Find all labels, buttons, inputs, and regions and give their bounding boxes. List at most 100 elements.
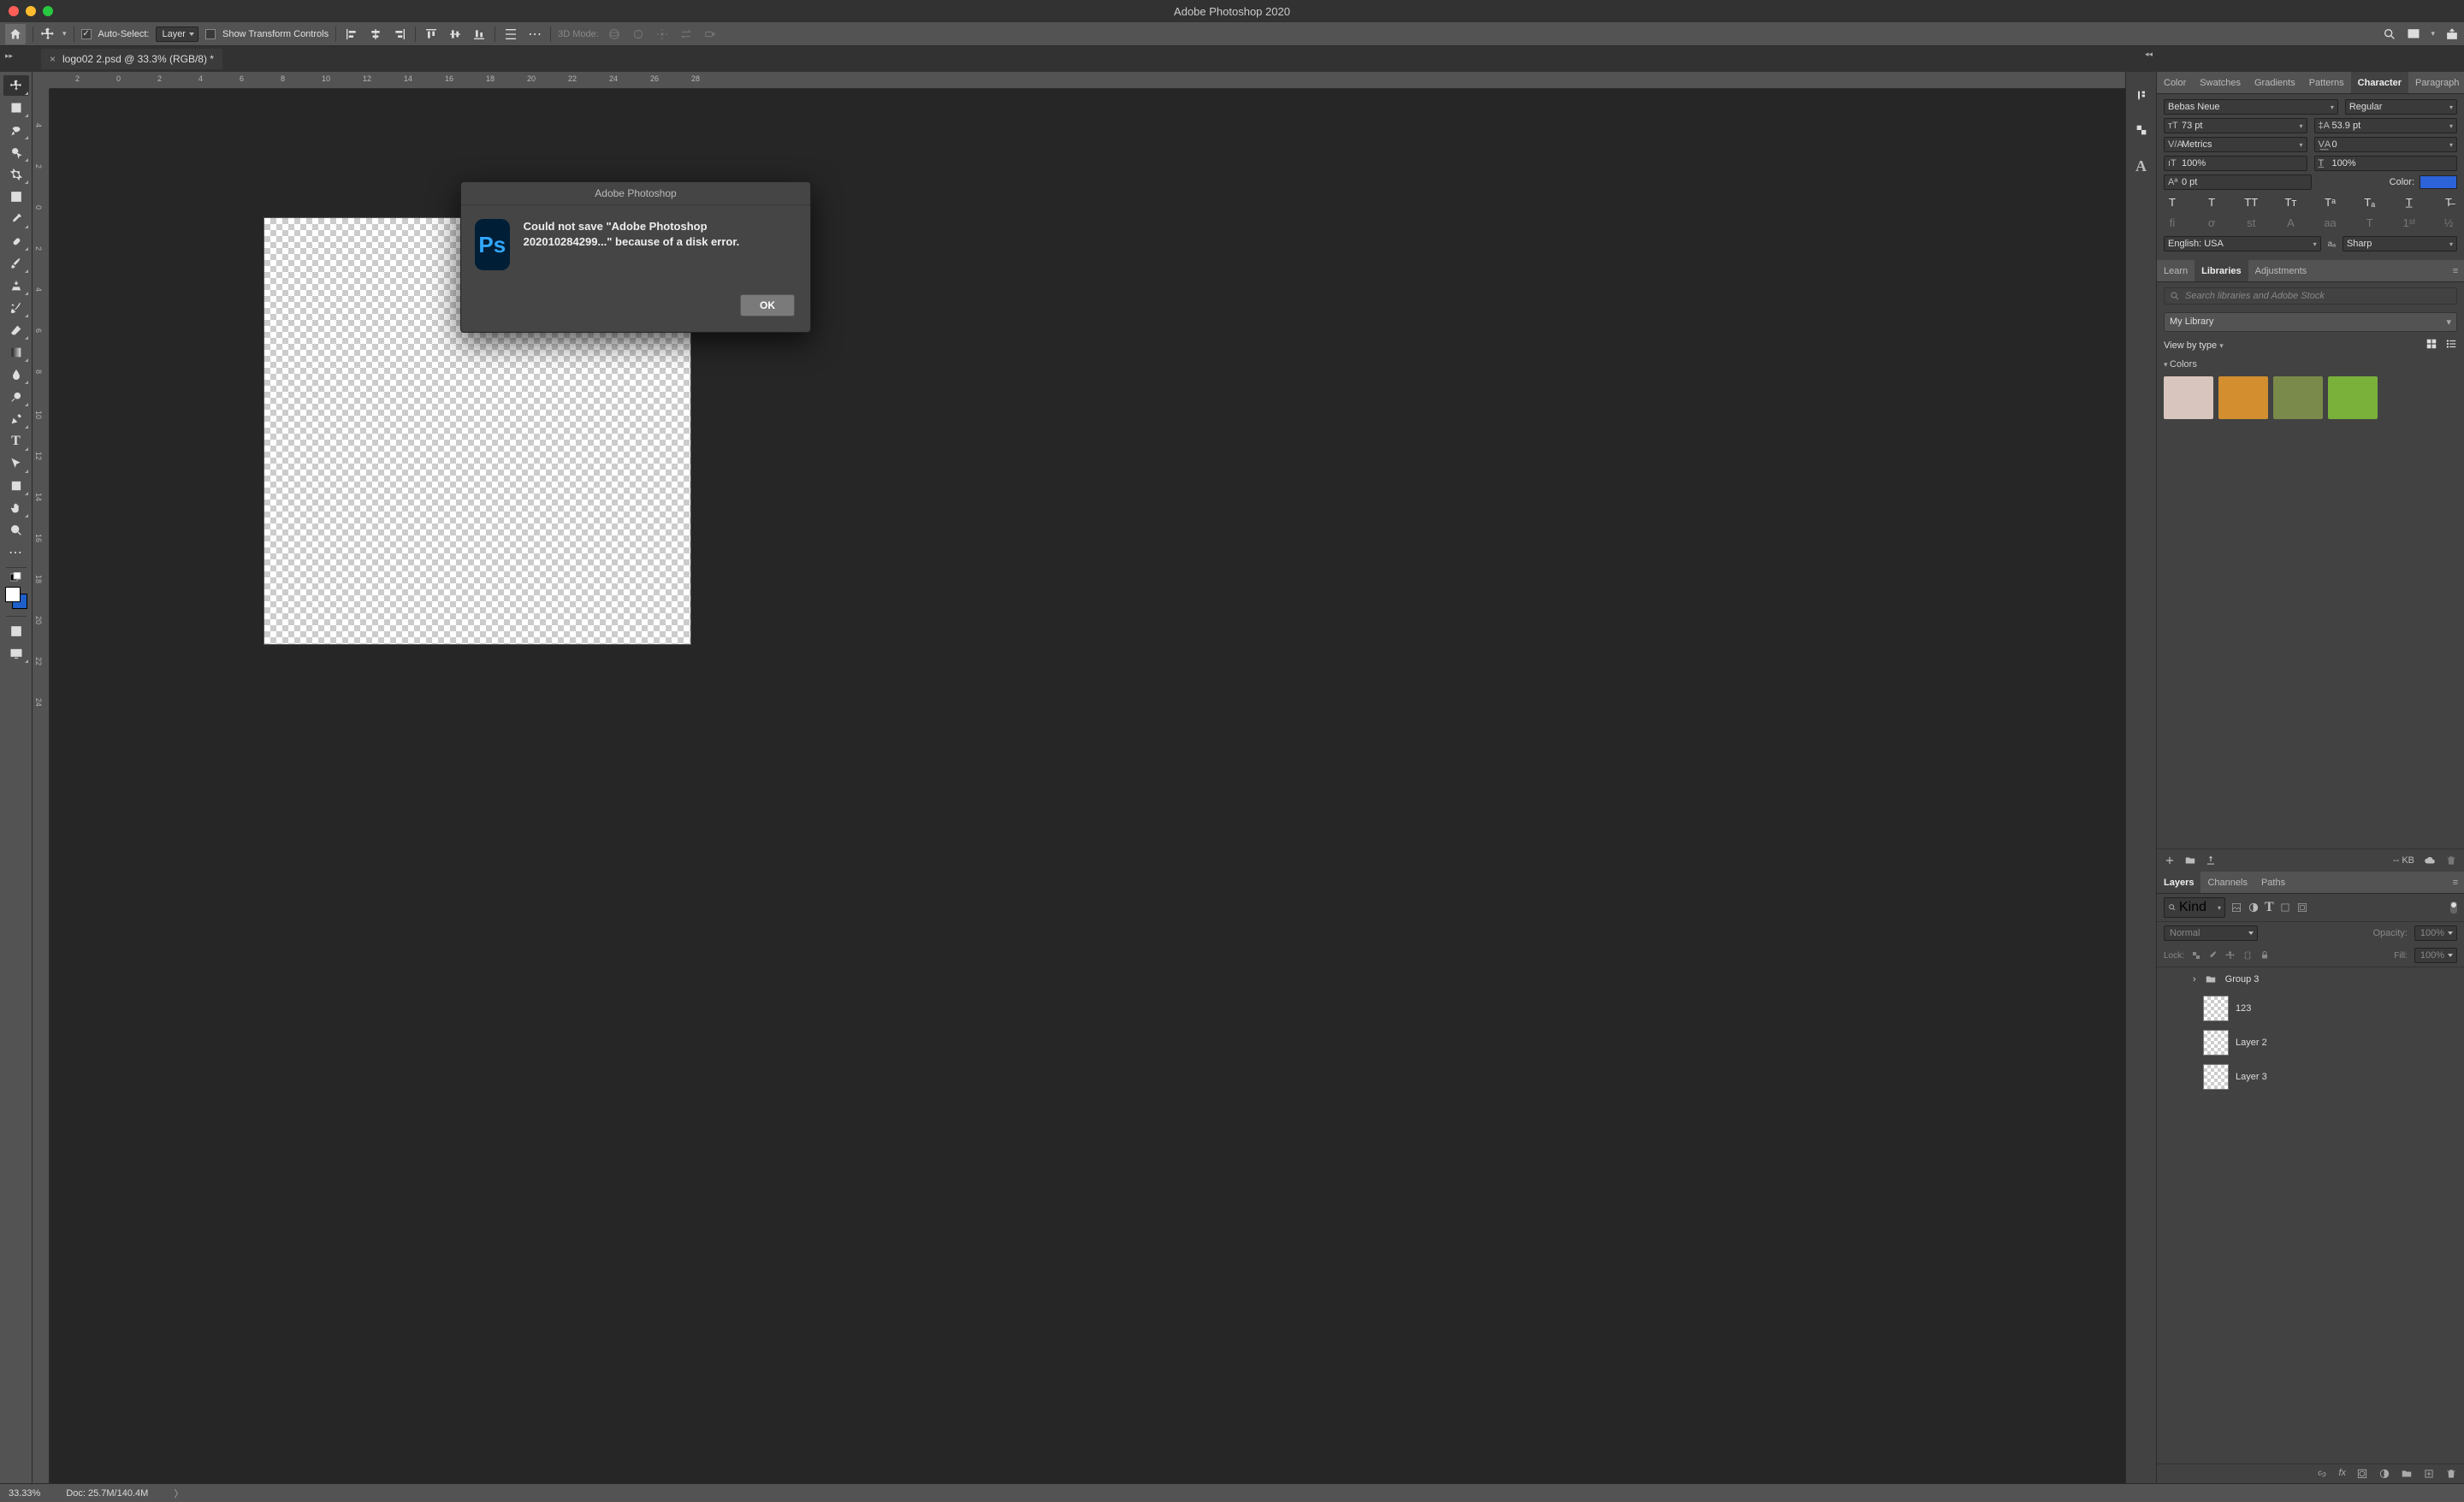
window-maximize[interactable] (43, 6, 53, 16)
layer-filter-kind[interactable]: Kind (2164, 897, 2225, 918)
dodge-tool[interactable] (3, 387, 29, 407)
layer-name[interactable]: 123 (2236, 1003, 2251, 1014)
new-layer-icon[interactable] (2423, 1468, 2435, 1480)
layer-name[interactable]: Layer 2 (2236, 1038, 2267, 1048)
vertical-scale[interactable]: ıT100% (2164, 156, 2307, 171)
kerning[interactable]: V/AMetrics (2164, 137, 2307, 152)
panel-tab-channels[interactable]: Channels (2200, 872, 2254, 893)
panel-tab-gradients[interactable]: Gradients (2248, 72, 2302, 93)
panel-tab-paths[interactable]: Paths (2254, 872, 2292, 893)
zoom-tool[interactable] (3, 520, 29, 541)
layer-thumbnail[interactable] (2203, 996, 2229, 1021)
screen-mode[interactable] (3, 643, 29, 664)
filter-shape-icon[interactable] (2279, 902, 2291, 914)
panel-tab-libraries[interactable]: Libraries (2194, 260, 2248, 281)
frame-tool[interactable] (3, 186, 29, 207)
align-left-edges[interactable] (343, 26, 360, 43)
adjustment-layer-icon[interactable] (2378, 1468, 2390, 1480)
folder-icon[interactable] (2184, 854, 2196, 866)
crop-tool[interactable] (3, 164, 29, 185)
layer-row[interactable]: Layer 2 (2157, 1026, 2464, 1060)
search-icon[interactable] (2383, 27, 2396, 41)
fx-icon[interactable]: fx (2338, 1468, 2346, 1480)
eraser-tool[interactable] (3, 320, 29, 340)
3d-roll[interactable] (630, 26, 647, 43)
brush-tool[interactable] (3, 253, 29, 274)
layer-thumbnail[interactable] (2203, 1030, 2229, 1056)
doc-tab[interactable]: × logo02 2.psd @ 33.3% (RGB/8) * (41, 49, 222, 69)
ruler-horizontal[interactable]: 20246810121416182022242628 (50, 72, 2125, 89)
opentype-btn[interactable]: fi (2164, 214, 2181, 231)
window-close[interactable] (9, 6, 19, 16)
history-brush-tool[interactable] (3, 298, 29, 318)
library-color-swatch[interactable] (2328, 376, 2378, 419)
lock-transparency-icon[interactable] (2191, 950, 2201, 961)
colors-section[interactable]: Colors (2157, 356, 2464, 373)
horizontal-scale[interactable]: T̲100% (2314, 156, 2458, 171)
align-bottom-edges[interactable] (471, 26, 488, 43)
layer-name[interactable]: Group 3 (2225, 974, 2260, 985)
font-family[interactable]: Bebas Neue (2164, 99, 2338, 115)
panel-tab-learn[interactable]: Learn (2157, 260, 2194, 281)
panel-tab-color[interactable]: Color (2157, 72, 2193, 93)
glyphs-panel-icon[interactable]: A (2135, 157, 2147, 175)
library-color-swatch[interactable] (2218, 376, 2268, 419)
collapse-left-icon[interactable]: ▸▸ (5, 51, 13, 61)
view-by-type[interactable]: View by type ▾ (2164, 340, 2224, 351)
expand-icon[interactable]: › (2193, 974, 2196, 985)
align-vertical-centers[interactable] (447, 26, 464, 43)
panel-tab-swatches[interactable]: Swatches (2193, 72, 2248, 93)
opentype-btn[interactable]: ½ (2440, 214, 2457, 231)
pen-tool[interactable] (3, 409, 29, 429)
zoom-level[interactable]: 33.33% (9, 1488, 40, 1499)
blend-mode[interactable]: Normal (2164, 925, 2258, 941)
delete-layer-icon[interactable] (2445, 1468, 2457, 1480)
leading[interactable]: ‡A53.9 pt (2314, 118, 2458, 133)
layer-row[interactable]: 123 (2157, 991, 2464, 1026)
auto-select-checkbox[interactable] (81, 29, 92, 39)
opentype-btn[interactable]: 1ˢᵗ (2401, 214, 2418, 231)
opentype-btn[interactable]: ơ (2203, 214, 2220, 231)
eyedropper-tool[interactable] (3, 209, 29, 229)
anti-aliasing[interactable]: Sharp (2343, 236, 2457, 251)
default-colors[interactable] (3, 572, 29, 582)
panel-tab-adjustments[interactable]: Adjustments (2248, 260, 2314, 281)
tracking[interactable]: V͟A0 (2314, 137, 2458, 152)
opacity-value[interactable]: 100% (2414, 925, 2457, 941)
type-style-btn[interactable]: Tᴛ (2282, 193, 2299, 210)
panel-menu-icon[interactable]: ≡ (2447, 260, 2464, 281)
grid-view-icon[interactable] (2426, 338, 2437, 350)
library-select[interactable]: My Library▾ (2164, 312, 2457, 332)
workspace-icon[interactable] (2407, 27, 2420, 41)
layer-name[interactable]: Layer 3 (2236, 1072, 2267, 1082)
filter-type-icon[interactable]: T (2265, 900, 2274, 915)
clone-source-panel-icon[interactable] (2135, 123, 2148, 137)
opentype-btn[interactable]: T (2361, 214, 2378, 231)
lock-position-icon[interactable] (2225, 950, 2236, 961)
text-color-swatch[interactable] (2420, 175, 2457, 189)
panel-tab-character[interactable]: Character (2351, 72, 2408, 93)
canvas[interactable]: 20246810121416182022242628 4202468101214… (33, 72, 2125, 1483)
ruler-vertical[interactable]: 42024681012141618202224 (33, 89, 50, 1483)
font-weight[interactable]: Regular (2345, 99, 2457, 115)
language[interactable]: English: USA (2164, 236, 2321, 251)
align-top-edges[interactable] (423, 26, 440, 43)
type-style-btn[interactable]: T (2164, 193, 2181, 210)
new-group-icon[interactable] (2401, 1468, 2413, 1480)
ok-button[interactable]: OK (740, 294, 795, 316)
filter-adjustment-icon[interactable] (2248, 902, 2260, 914)
status-more-icon[interactable]: 〉 (174, 1487, 183, 1500)
link-layers-icon[interactable] (2316, 1468, 2328, 1480)
font-size[interactable]: тT73 pt (2164, 118, 2307, 133)
opentype-btn[interactable]: st (2242, 214, 2260, 231)
trash-icon[interactable] (2445, 854, 2457, 866)
filter-pixel-icon[interactable] (2230, 902, 2242, 914)
baseline-shift[interactable]: Aª0 pt (2164, 174, 2312, 190)
gradient-tool[interactable] (3, 342, 29, 363)
upload-icon[interactable] (2205, 854, 2217, 866)
hand-tool[interactable] (3, 498, 29, 518)
library-color-swatch[interactable] (2164, 376, 2213, 419)
lock-all-icon[interactable] (2260, 950, 2270, 961)
layer-group-row[interactable]: › Group 3 (2157, 967, 2464, 991)
share-icon[interactable] (2445, 27, 2459, 41)
